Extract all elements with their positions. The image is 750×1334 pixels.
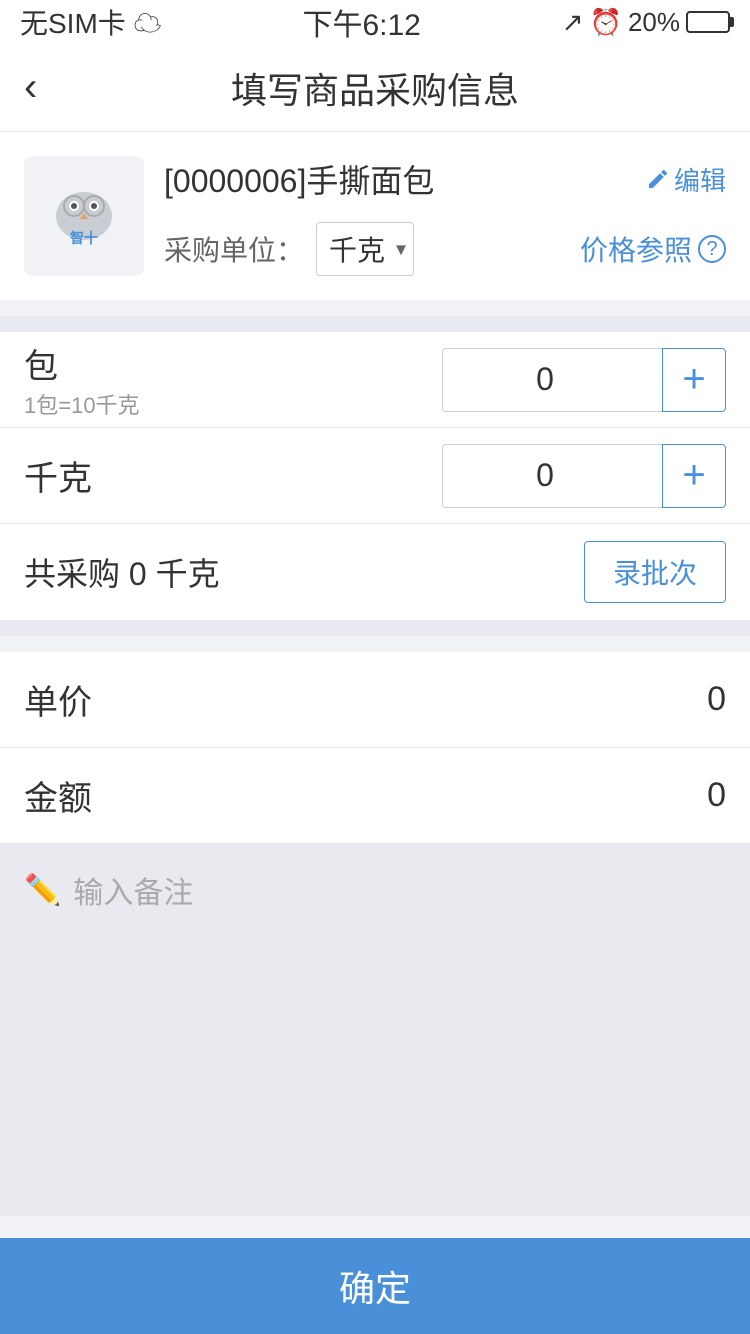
alarm-icon: ⏰ — [590, 7, 622, 38]
confirm-button[interactable]: 确定 — [0, 1238, 750, 1334]
price-label: 单价 — [24, 675, 92, 724]
svg-text:智十: 智十 — [69, 230, 98, 246]
bag-input[interactable] — [442, 348, 662, 412]
unit-row: 采购单位： 千克 价格参照 ? — [164, 222, 726, 276]
bag-input-group: + — [442, 348, 726, 412]
product-name: [0000006]手撕面包 — [164, 156, 434, 202]
status-right: ↗ ⏰ 20% — [562, 7, 730, 38]
battery-icon — [686, 11, 730, 33]
amount-row: 金额 0 — [0, 748, 750, 844]
unit-select[interactable]: 千克 — [316, 222, 414, 276]
product-thumb-icon: 智十 — [44, 171, 124, 261]
bag-input-section: 包 1包=10千克 + 千克 + — [0, 332, 750, 524]
status-time: 下午6:12 — [302, 0, 420, 44]
sim-status: 无SIM卡 ☁ — [20, 2, 162, 42]
batch-button[interactable]: 录批次 — [584, 541, 726, 603]
price-value: 0 — [707, 680, 726, 719]
bag-label: 包 1包=10千克 — [24, 339, 140, 420]
amount-value: 0 — [707, 776, 726, 815]
bag-input-row: 包 1包=10千克 + — [0, 332, 750, 428]
section-divider-1 — [0, 316, 750, 332]
product-name-row: [0000006]手撕面包 编辑 — [164, 156, 726, 202]
price-row: 单价 0 — [0, 652, 750, 748]
kg-input[interactable] — [442, 444, 662, 508]
back-button[interactable]: ‹ — [24, 65, 37, 110]
note-icon: ✏️ — [24, 873, 61, 908]
summary-text: 共采购 0 千克 — [24, 549, 220, 595]
kg-label: 千克 — [24, 451, 92, 500]
unit-select-wrap[interactable]: 千克 — [316, 222, 414, 276]
page-title: 填写商品采购信息 — [231, 62, 519, 114]
location-icon: ↗ — [562, 7, 584, 38]
nav-bar: ‹ 填写商品采购信息 — [0, 44, 750, 132]
section-divider-2 — [0, 620, 750, 636]
confirm-label: 确定 — [339, 1260, 411, 1312]
kg-input-row: 千克 + — [0, 428, 750, 524]
summary-row: 共采购 0 千克 录批次 — [0, 524, 750, 620]
product-info: [0000006]手撕面包 编辑 采购单位： 千克 价格参照 ? — [164, 156, 726, 276]
content-fill — [0, 936, 750, 1216]
edit-button[interactable]: 编辑 — [646, 161, 726, 198]
note-placeholder: 输入备注 — [73, 868, 193, 912]
info-section: 单价 0 金额 0 — [0, 652, 750, 844]
product-thumbnail: 智十 — [24, 156, 144, 276]
price-ref-icon: ? — [698, 235, 726, 263]
amount-label: 金额 — [24, 771, 92, 820]
note-section[interactable]: ✏️ 输入备注 — [0, 844, 750, 936]
unit-label: 采购单位： — [164, 229, 304, 269]
status-left: 无SIM卡 ☁ — [20, 2, 162, 42]
price-ref-button[interactable]: 价格参照 ? — [580, 229, 726, 269]
product-card: 智十 [0000006]手撕面包 编辑 采购单位： 千克 价格参照 ? — [0, 132, 750, 300]
status-bar: 无SIM卡 ☁ 下午6:12 ↗ ⏰ 20% — [0, 0, 750, 44]
kg-plus-button[interactable]: + — [662, 444, 726, 508]
bag-plus-button[interactable]: + — [662, 348, 726, 412]
kg-input-group: + — [442, 444, 726, 508]
summary-value: 0 — [129, 556, 147, 592]
battery-percent: 20% — [628, 7, 680, 38]
